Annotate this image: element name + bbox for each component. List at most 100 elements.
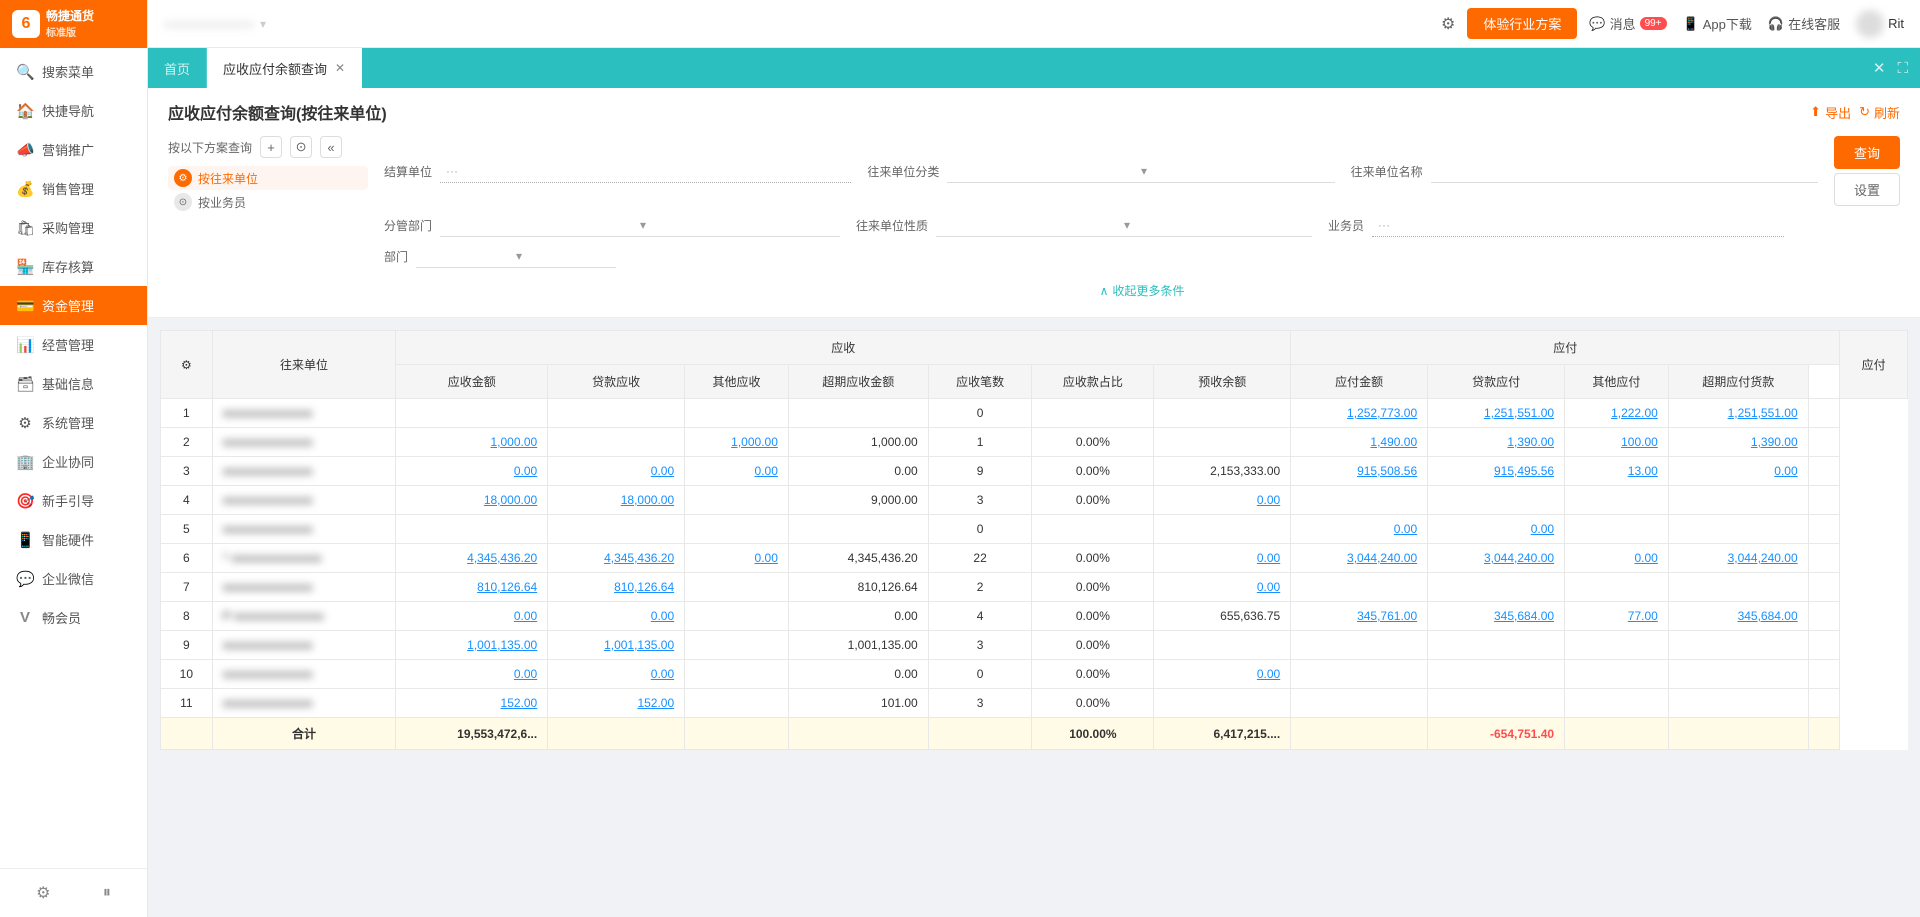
add-scheme-btn[interactable]: + xyxy=(260,136,282,158)
ar-amt[interactable]: 0.00 xyxy=(396,457,548,486)
ap-overdue[interactable]: 0.00 xyxy=(1668,457,1808,486)
tab-close-icon[interactable]: ✕ xyxy=(335,61,345,75)
partner-name-input[interactable] xyxy=(1431,160,1818,183)
tab-home[interactable]: 首页 xyxy=(148,48,207,88)
dept-dropdown[interactable]: ▾ xyxy=(416,245,616,268)
ap-loan[interactable]: 915,495.56 xyxy=(1428,457,1565,486)
sidebar-item-system[interactable]: ⚙ 系统管理 xyxy=(0,403,147,442)
sidebar-item-operations[interactable]: 📊 经营管理 xyxy=(0,325,147,364)
salesperson-field[interactable]: ··· xyxy=(1372,214,1784,237)
ap-amt[interactable]: 3,044,240.00 xyxy=(1291,544,1428,573)
tab-fullscreen-icon[interactable]: ⛶ xyxy=(1897,60,1908,77)
sidebar-item-sales[interactable]: 💰 销售管理 xyxy=(0,169,147,208)
ap-other[interactable]: 0.00 xyxy=(1565,544,1669,573)
ap-amt[interactable]: 1,252,773.00 xyxy=(1291,399,1428,428)
partner-category-dropdown[interactable]: ▾ xyxy=(947,160,1334,183)
query-button[interactable]: 查询 xyxy=(1834,136,1900,169)
total-ap-amt xyxy=(1291,718,1428,750)
ap-other[interactable]: 100.00 xyxy=(1565,428,1669,457)
prepay[interactable]: 0.00 xyxy=(1154,660,1291,689)
ar-loan[interactable]: 0.00 xyxy=(548,457,685,486)
partner-nature-dropdown[interactable]: ▾ xyxy=(936,214,1312,237)
ar-amt[interactable]: 0.00 xyxy=(396,660,548,689)
export-btn[interactable]: ⬆ 导出 xyxy=(1810,103,1851,122)
sidebar: 6 畅捷通货 标准版 🔍 搜索菜单 🏠 快捷导航 📣 营销推广 💰 销售管理 🛍… xyxy=(0,0,148,917)
sidebar-settings-btn[interactable]: ⚙ xyxy=(32,879,54,907)
sidebar-item-finance[interactable]: 💳 资金管理 xyxy=(0,286,147,325)
ar-other[interactable]: 0.00 xyxy=(685,457,789,486)
ap-other[interactable]: 77.00 xyxy=(1565,602,1669,631)
sidebar-item-inventory[interactable]: 🏪 库存核算 xyxy=(0,247,147,286)
sidebar-item-purchase[interactable]: 🛍 采购管理 xyxy=(0,208,147,247)
total-ap-other xyxy=(1565,718,1669,750)
ar-other[interactable]: 0.00 xyxy=(685,544,789,573)
scheme-by-salesperson[interactable]: ⊙ 按业务员 xyxy=(168,190,368,214)
ap-overdue[interactable]: 3,044,240.00 xyxy=(1668,544,1808,573)
topbar-settings-icon[interactable]: ⚙ xyxy=(1441,14,1455,34)
prepay[interactable]: 0.00 xyxy=(1154,544,1291,573)
prepay[interactable]: 0.00 xyxy=(1154,486,1291,515)
filter-label-partner-cat: 往来单位分类 xyxy=(867,163,939,180)
ap-other[interactable]: 1,222.00 xyxy=(1565,399,1669,428)
ap-other[interactable]: 13.00 xyxy=(1565,457,1669,486)
ar-loan[interactable]: 0.00 xyxy=(548,660,685,689)
scheme-expand-btn[interactable]: « xyxy=(320,136,342,158)
scheme-by-partner[interactable]: ⚙ 按往来单位 xyxy=(168,166,368,190)
ar-loan[interactable]: 810,126.64 xyxy=(548,573,685,602)
sidebar-item-corp[interactable]: 🏢 企业协同 xyxy=(0,442,147,481)
tab-receivable[interactable]: 应收应付余额查询 ✕ xyxy=(207,48,362,88)
sidebar-item-wechat[interactable]: 💬 企业微信 xyxy=(0,559,147,598)
ap-amt[interactable]: 0.00 xyxy=(1291,515,1428,544)
sidebar-collapse-btn[interactable]: ⏸ xyxy=(99,880,115,906)
ap-overdue[interactable]: 345,684.00 xyxy=(1668,602,1808,631)
ap-amt[interactable]: 915,508.56 xyxy=(1291,457,1428,486)
ar-amt[interactable]: 1,001,135.00 xyxy=(396,631,548,660)
sidebar-item-search[interactable]: 🔍 搜索菜单 xyxy=(0,52,147,91)
ar-amt[interactable]: 0.00 xyxy=(396,602,548,631)
ar-amt[interactable]: 18,000.00 xyxy=(396,486,548,515)
scheme-settings-btn[interactable]: ⊙ xyxy=(290,136,312,158)
sidebar-item-smart[interactable]: 📱 智能硬件 xyxy=(0,520,147,559)
sidebar-item-marketing[interactable]: 📣 营销推广 xyxy=(0,130,147,169)
sidebar-item-quicknav[interactable]: 🏠 快捷导航 xyxy=(0,91,147,130)
ar-amt[interactable]: 810,126.64 xyxy=(396,573,548,602)
ar-loan[interactable]: 152.00 xyxy=(548,689,685,718)
ap-loan[interactable]: 3,044,240.00 xyxy=(1428,544,1565,573)
ar-loan[interactable]: 4,345,436.20 xyxy=(548,544,685,573)
ar-loan[interactable]: 18,000.00 xyxy=(548,486,685,515)
sidebar-item-guide[interactable]: 🎯 新手引导 xyxy=(0,481,147,520)
ar-amt[interactable]: 152.00 xyxy=(396,689,548,718)
ar-amt[interactable]: 1,000.00 xyxy=(396,428,548,457)
sidebar-item-basic[interactable]: 🗃 基础信息 xyxy=(0,364,147,403)
user-area[interactable]: Rit xyxy=(1856,10,1904,38)
scheme-partner-icon: ⚙ xyxy=(174,169,192,187)
collapse-more-btn[interactable]: ∧ 收起更多条件 xyxy=(384,276,1900,305)
ap-loan[interactable]: 345,684.00 xyxy=(1428,602,1565,631)
settlement-unit-field[interactable]: ··· xyxy=(440,160,851,183)
messages-btn[interactable]: 💬 消息 99+ xyxy=(1589,14,1666,33)
ap-loan[interactable]: 1,251,551.00 xyxy=(1428,399,1565,428)
ar-other[interactable]: 1,000.00 xyxy=(685,428,789,457)
sidebar-item-member[interactable]: V 畅会员 xyxy=(0,598,147,637)
ap-amt xyxy=(1291,631,1428,660)
ap-loan[interactable]: 0.00 xyxy=(1428,515,1565,544)
ap-amt[interactable]: 345,761.00 xyxy=(1291,602,1428,631)
total-ar-overdue xyxy=(788,718,928,750)
col-settings[interactable]: ⚙ xyxy=(161,331,213,399)
settings-button[interactable]: 设置 xyxy=(1834,173,1900,206)
refresh-btn[interactable]: ↻ 刷新 xyxy=(1859,103,1900,122)
ap-loan[interactable]: 1,390.00 xyxy=(1428,428,1565,457)
ap-overdue[interactable]: 1,390.00 xyxy=(1668,428,1808,457)
prepay[interactable]: 0.00 xyxy=(1154,573,1291,602)
cta-button[interactable]: 体验行业方案 xyxy=(1467,8,1577,39)
refresh-icon: ↻ xyxy=(1859,104,1870,120)
ar-loan[interactable]: 0.00 xyxy=(548,602,685,631)
ar-amt[interactable]: 4,345,436.20 xyxy=(396,544,548,573)
app-download-btn[interactable]: 📱 App下载 xyxy=(1683,14,1752,33)
ap-overdue[interactable]: 1,251,551.00 xyxy=(1668,399,1808,428)
ap-amt[interactable]: 1,490.00 xyxy=(1291,428,1428,457)
ar-loan[interactable]: 1,001,135.00 xyxy=(548,631,685,660)
tab-close-window-icon[interactable]: ✕ xyxy=(1873,59,1886,77)
support-btn[interactable]: 🎧 在线客服 xyxy=(1768,14,1840,33)
dept-main-dropdown[interactable]: ▾ xyxy=(440,214,840,237)
